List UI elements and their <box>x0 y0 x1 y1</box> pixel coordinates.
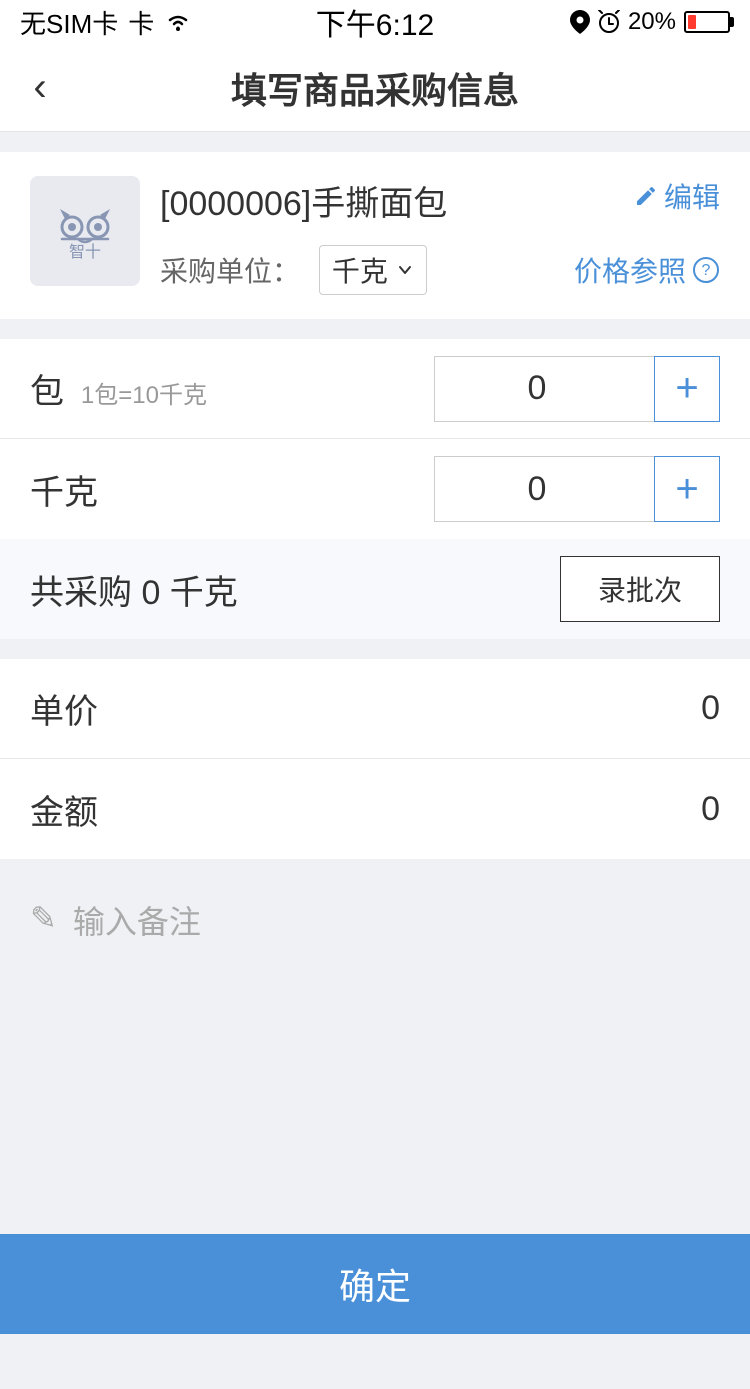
svg-text:?: ? <box>702 262 711 279</box>
bao-plus-button[interactable]: + <box>654 356 720 422</box>
bao-label-group: 包 1包=10千克 <box>30 364 207 413</box>
product-thumbnail: 智十 <box>30 176 140 286</box>
input-section: 包 1包=10千克 + 千克 + <box>0 339 750 539</box>
sim-icon: 卡 <box>128 4 154 41</box>
top-divider <box>0 132 750 152</box>
product-name: [0000006]手撕面包 <box>160 176 447 225</box>
location-icon <box>570 10 590 34</box>
battery-percent: 20% <box>628 8 676 36</box>
kg-plus-button[interactable]: + <box>654 456 720 522</box>
bao-quantity-input[interactable] <box>434 356 654 422</box>
mid-divider-2 <box>0 639 750 659</box>
kg-label-group: 千克 <box>30 465 98 514</box>
summary-row: 共采购 0 千克 录批次 <box>0 539 750 639</box>
unit-value: 千克 <box>332 250 388 290</box>
help-icon: ? <box>692 256 720 284</box>
kg-label: 千克 <box>30 474 98 512</box>
batch-button[interactable]: 录批次 <box>560 556 720 622</box>
price-ref-label: 价格参照 <box>574 250 686 290</box>
edit-link[interactable]: 编辑 <box>634 176 720 216</box>
bao-sub-label: 1包=10千克 <box>81 382 207 409</box>
unit-label-group: 采购单位： 千克 <box>160 245 427 295</box>
summary-section: 共采购 0 千克 录批次 <box>0 539 750 639</box>
amount-row: 金额 0 <box>0 759 750 859</box>
page: 无SIM卡 卡 下午6:12 20% <box>0 0 750 1389</box>
alarm-icon <box>598 10 620 34</box>
back-button[interactable]: ‹ <box>0 44 80 132</box>
carrier-text: 无SIM卡 <box>20 4 118 41</box>
status-bar-left: 无SIM卡 卡 <box>20 4 192 41</box>
bao-input-right: + <box>434 356 720 422</box>
product-info: [0000006]手撕面包 编辑 采购单位： 千克 <box>160 176 720 295</box>
unit-price-row: 单价 0 <box>0 659 750 759</box>
amount-label: 金额 <box>30 785 98 834</box>
edit-icon <box>634 184 658 208</box>
kg-input-row: 千克 + <box>0 439 750 539</box>
price-ref-button[interactable]: 价格参照 ? <box>574 250 720 290</box>
bao-input-row: 包 1包=10千克 + <box>0 339 750 439</box>
back-icon: ‹ <box>33 65 46 110</box>
status-bar-time: 下午6:12 <box>316 0 434 44</box>
status-bar: 无SIM卡 卡 下午6:12 20% <box>0 0 750 44</box>
battery-fill <box>688 15 696 29</box>
summary-text: 共采购 0 千克 <box>30 565 238 614</box>
chevron-down-icon <box>396 261 414 279</box>
nav-bar: ‹ 填写商品采购信息 <box>0 44 750 132</box>
price-section: 单价 0 金额 0 <box>0 659 750 859</box>
notes-placeholder: 输入备注 <box>73 897 201 943</box>
battery-icon <box>684 11 730 33</box>
mid-divider-1 <box>0 319 750 339</box>
product-card: 智十 [0000006]手撕面包 编辑 采购单位： 千克 <box>0 152 750 319</box>
bao-label: 包 <box>30 373 64 411</box>
unit-price-value: 0 <box>701 689 720 728</box>
product-name-row: [0000006]手撕面包 编辑 <box>160 176 720 225</box>
unit-price-label: 单价 <box>30 684 98 733</box>
confirm-button[interactable]: 确定 <box>0 1234 750 1334</box>
status-bar-right: 20% <box>570 8 730 36</box>
unit-row: 采购单位： 千克 价格参照 ? <box>160 245 720 295</box>
wifi-icon <box>164 12 192 32</box>
svg-text:智十: 智十 <box>69 243 101 261</box>
owl-logo-icon: 智十 <box>50 201 120 261</box>
amount-value: 0 <box>701 790 720 829</box>
pencil-icon: ✎ <box>30 899 57 937</box>
unit-select[interactable]: 千克 <box>319 245 427 295</box>
kg-quantity-input[interactable] <box>434 456 654 522</box>
notes-section[interactable]: ✎ 输入备注 <box>0 869 750 989</box>
unit-label: 采购单位： <box>160 256 300 287</box>
kg-input-right: + <box>434 456 720 522</box>
confirm-label: 确定 <box>339 1258 411 1310</box>
edit-label: 编辑 <box>664 176 720 216</box>
page-title: 填写商品采购信息 <box>231 62 519 114</box>
mid-divider-3 <box>0 859 750 869</box>
